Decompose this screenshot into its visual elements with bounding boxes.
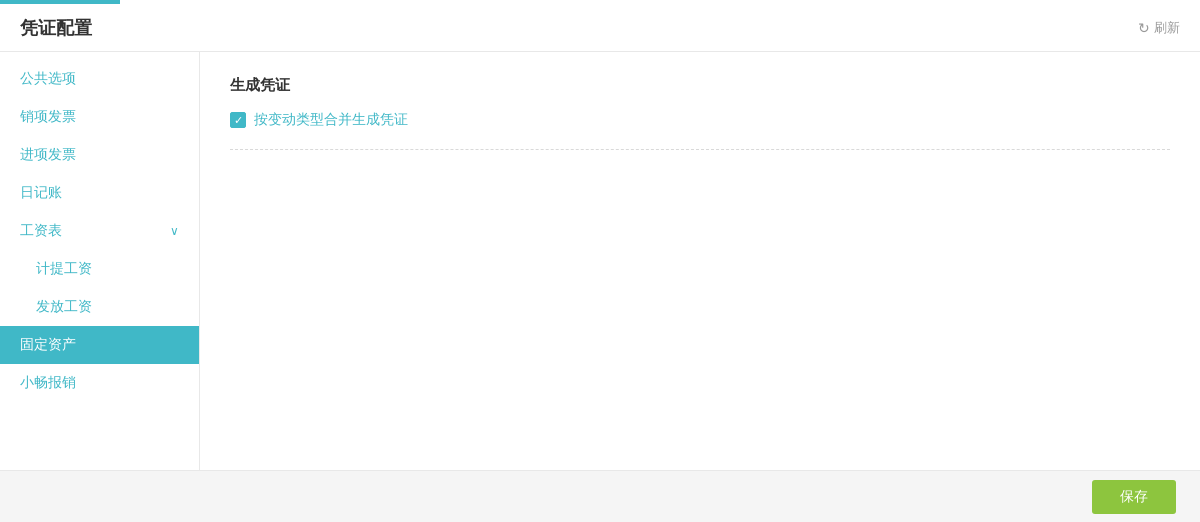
sidebar-label-fixed-assets: 固定资产 [20, 336, 76, 354]
section-title: 生成凭证 [230, 76, 1170, 95]
checkbox-row: ✓ 按变动类型合并生成凭证 [230, 111, 1170, 129]
sidebar: 公共选项销项发票进项发票日记账工资表 ∨ 计提工资发放工资固定资产小畅报销 [0, 52, 200, 470]
sidebar-item-purchase-invoice[interactable]: 进项发票 [0, 136, 199, 174]
page-wrapper: 凭证配置 ↻ 刷新 公共选项销项发票进项发票日记账工资表 ∨ 计提工资发放工资固定资… [0, 0, 1200, 522]
sidebar-label-pay-salary: 发放工资 [36, 298, 92, 316]
content-area: 生成凭证 ✓ 按变动类型合并生成凭证 [200, 52, 1200, 470]
save-button[interactable]: 保存 [1092, 480, 1176, 514]
sidebar-label-payroll-table: 工资表 [20, 222, 62, 240]
sidebar-item-journal[interactable]: 日记账 [0, 174, 199, 212]
merge-checkbox[interactable]: ✓ [230, 112, 246, 128]
sidebar-label-public-options: 公共选项 [20, 70, 76, 88]
page-header: 凭证配置 ↻ 刷新 [0, 4, 1200, 52]
chevron-down-icon: ∨ [170, 224, 179, 238]
sidebar-label-purchase-invoice: 进项发票 [20, 146, 76, 164]
sidebar-label-sales-invoice: 销项发票 [20, 108, 76, 126]
refresh-label: 刷新 [1154, 19, 1180, 37]
checkmark-icon: ✓ [234, 115, 243, 126]
sidebar-item-payroll-table[interactable]: 工资表 ∨ [0, 212, 199, 250]
sidebar-label-expense-report: 小畅报销 [20, 374, 76, 392]
page-footer: 保存 [0, 470, 1200, 522]
sidebar-item-expense-report[interactable]: 小畅报销 [0, 364, 199, 402]
section-divider [230, 149, 1170, 150]
sidebar-label-journal: 日记账 [20, 184, 62, 202]
refresh-icon: ↻ [1138, 20, 1150, 36]
sidebar-item-pay-salary[interactable]: 发放工资 [0, 288, 199, 326]
sidebar-label-calc-salary: 计提工资 [36, 260, 92, 278]
page-title: 凭证配置 [20, 16, 92, 40]
checkbox-label: 按变动类型合并生成凭证 [254, 111, 408, 129]
main-layout: 公共选项销项发票进项发票日记账工资表 ∨ 计提工资发放工资固定资产小畅报销 生成凭证… [0, 52, 1200, 470]
refresh-button[interactable]: ↻ 刷新 [1138, 19, 1180, 37]
sidebar-item-fixed-assets[interactable]: 固定资产 [0, 326, 199, 364]
sidebar-item-sales-invoice[interactable]: 销项发票 [0, 98, 199, 136]
sidebar-item-calc-salary[interactable]: 计提工资 [0, 250, 199, 288]
sidebar-item-public-options[interactable]: 公共选项 [0, 60, 199, 98]
